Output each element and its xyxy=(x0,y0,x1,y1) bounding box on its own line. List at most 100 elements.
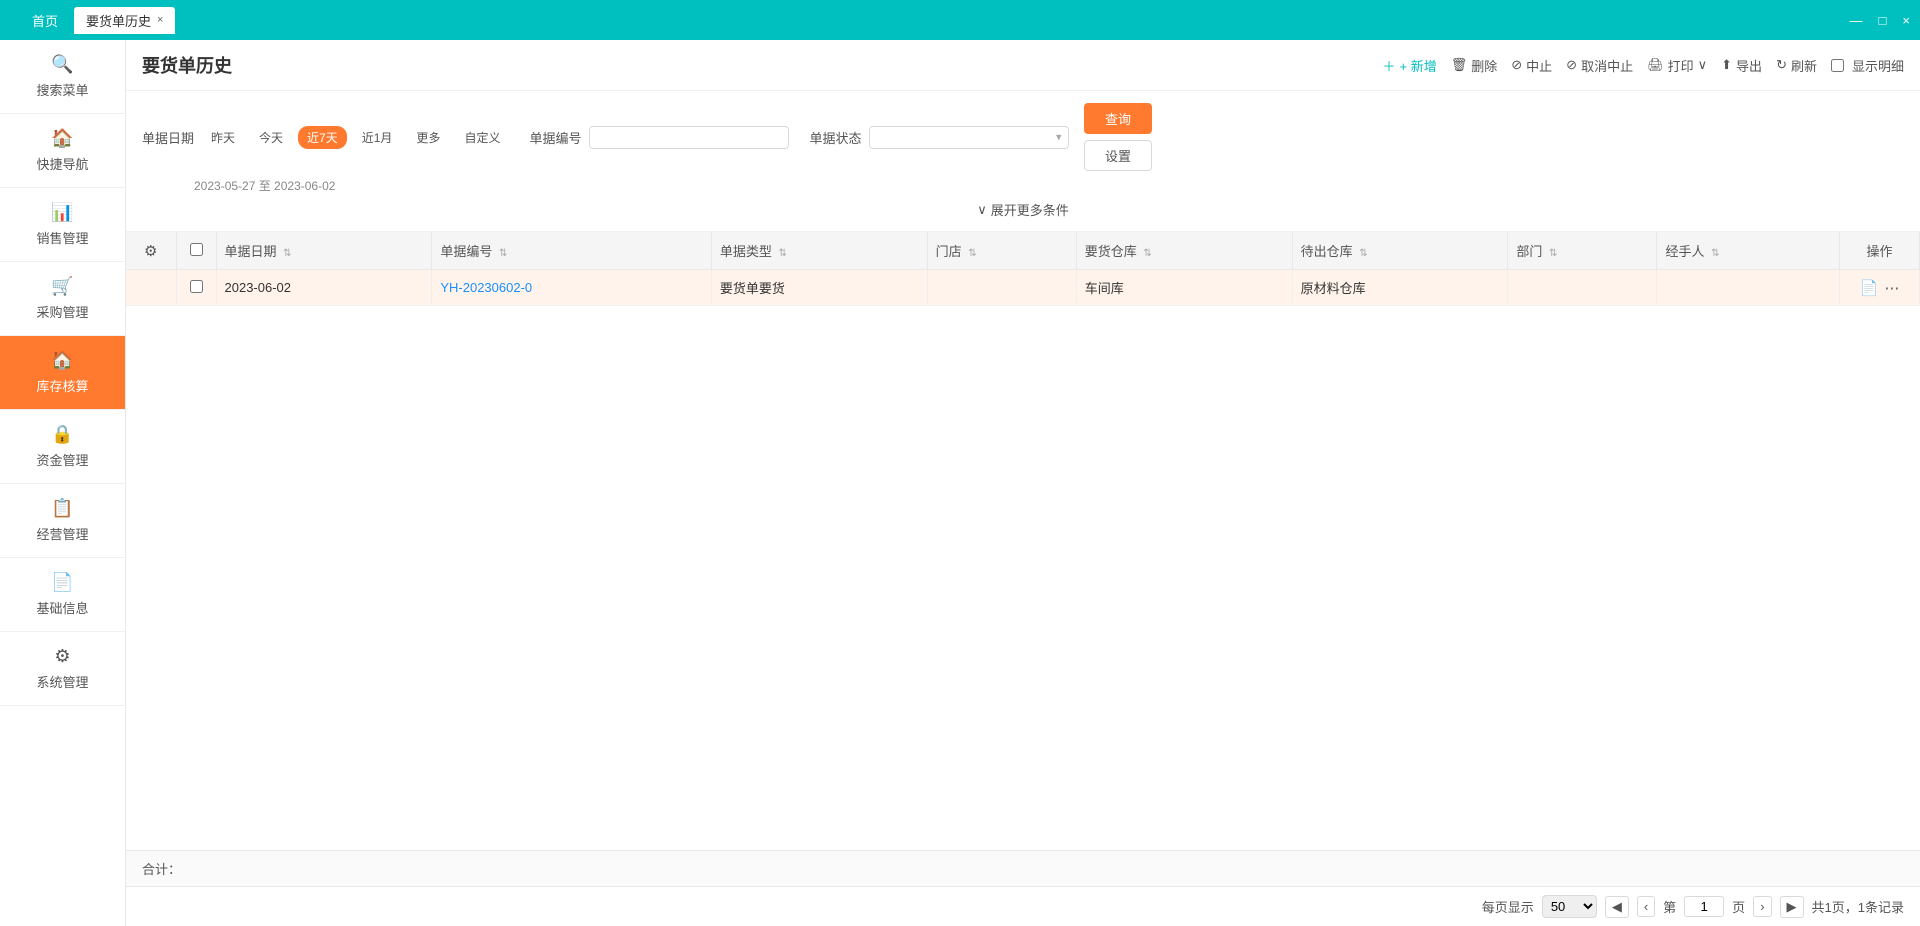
cell-handler xyxy=(1657,270,1840,306)
date-label: 单据日期 xyxy=(142,128,194,147)
data-table: ⚙ 单据日期 ⇅ 单据编号 ⇅ xyxy=(126,232,1920,306)
stop-icon: ⊘ xyxy=(1511,57,1522,73)
cell-action: 📄 ⋯ xyxy=(1840,270,1920,306)
minimize-icon[interactable]: — xyxy=(1850,13,1863,28)
doc-no-link[interactable]: YH-20230602-0 xyxy=(440,280,532,295)
sidebar-item-label: 搜索菜单 xyxy=(36,80,88,99)
col-doc-type: 单据类型 ⇅ xyxy=(711,232,927,270)
date-range-value: 2023-05-27 至 2023-06-02 xyxy=(194,177,335,194)
sidebar-item-label: 快捷导航 xyxy=(36,154,88,173)
table-body: 2023-06-02 YH-20230602-0 要货单要货 车间库 原材料仓库 xyxy=(126,270,1920,306)
cell-doc-no: YH-20230602-0 xyxy=(432,270,711,306)
refresh-icon: ↻ xyxy=(1776,57,1787,73)
sort-icon-store[interactable]: ⇅ xyxy=(968,248,976,259)
refresh-button[interactable]: ↻ 刷新 xyxy=(1776,56,1817,75)
finance-icon: 🔒 xyxy=(51,424,73,445)
first-page-button[interactable]: ◀ xyxy=(1605,896,1629,918)
expand-icon: ∨ xyxy=(977,202,987,218)
delete-button[interactable]: 🗑 删除 xyxy=(1451,56,1498,75)
settings-button[interactable]: 设置 xyxy=(1084,140,1152,171)
sort-icon-doc-type[interactable]: ⇅ xyxy=(778,248,786,259)
sidebar-item-purchase-mgmt[interactable]: 🛒 采购管理 xyxy=(0,262,125,336)
col-doc-no: 单据编号 ⇅ xyxy=(432,232,711,270)
main-layout: 🔍 搜索菜单 🏠 快捷导航 📊 销售管理 🛒 采购管理 🏠 库存核算 🔒 资金管… xyxy=(0,40,1920,926)
sort-icon-handler[interactable]: ⇅ xyxy=(1711,248,1719,259)
page-input[interactable] xyxy=(1684,896,1724,917)
top-bar: 首页 要货单历史 × — □ × xyxy=(0,0,1920,40)
window-close-icon[interactable]: × xyxy=(1902,13,1910,28)
last-page-button[interactable]: ▶ xyxy=(1780,896,1804,918)
tab-bar: 首页 要货单历史 × xyxy=(20,7,175,34)
date-range-buttons: 昨天 今天 近7天 近1月 更多 自定义 xyxy=(202,126,509,149)
col-settings[interactable]: ⚙ xyxy=(126,232,176,270)
sort-icon-req-warehouse[interactable]: ⇅ xyxy=(1143,248,1151,259)
pagination: 每页显示 50 100 200 ◀ ‹ 第 页 › ▶ 共1页，1条记录 xyxy=(126,886,1920,926)
per-page-select[interactable]: 50 100 200 xyxy=(1542,895,1597,918)
tab-home[interactable]: 首页 xyxy=(20,7,70,34)
doc-no-input[interactable] xyxy=(589,126,789,149)
col-req-warehouse: 要货仓库 ⇅ xyxy=(1076,232,1292,270)
system-icon: ⚙ xyxy=(54,646,70,667)
date-btn-yesterday[interactable]: 昨天 xyxy=(202,126,244,149)
sort-icon-pending-warehouse[interactable]: ⇅ xyxy=(1359,248,1367,259)
export-button[interactable]: ⬆ 导出 xyxy=(1721,56,1762,75)
sidebar-item-operations-mgmt[interactable]: 📋 经营管理 xyxy=(0,484,125,558)
cell-doc-type: 要货单要货 xyxy=(711,270,927,306)
gear-icon[interactable]: ⚙ xyxy=(144,243,157,260)
filter-row-date-range: 2023-05-27 至 2023-06-02 xyxy=(142,177,1904,194)
status-select-wrapper xyxy=(869,126,1069,149)
col-pending-warehouse: 待出仓库 ⇅ xyxy=(1292,232,1508,270)
tab-active[interactable]: 要货单历史 × xyxy=(74,7,175,34)
sidebar-item-basic-info[interactable]: 📄 基础信息 xyxy=(0,558,125,632)
show-detail-toggle[interactable]: 显示明细 xyxy=(1831,56,1904,75)
sidebar-item-inventory[interactable]: 🏠 库存核算 xyxy=(0,336,125,410)
new-button[interactable]: ＋ + 新增 xyxy=(1382,56,1436,75)
cell-store xyxy=(927,270,1076,306)
col-checkbox xyxy=(176,232,216,270)
sidebar-item-search-menu[interactable]: 🔍 搜索菜单 xyxy=(0,40,125,114)
summary-label: 合计： xyxy=(142,859,181,878)
date-btn-today[interactable]: 今天 xyxy=(250,126,292,149)
sidebar-item-system-mgmt[interactable]: ⚙ 系统管理 xyxy=(0,632,125,706)
toolbar: ＋ + 新增 🗑 删除 ⊘ 中止 ⊘ 取消中止 🖨 打印 xyxy=(1382,56,1904,75)
next-page-button[interactable]: › xyxy=(1753,896,1771,917)
action-icons: 📄 ⋯ xyxy=(1848,279,1911,297)
window-controls: — □ × xyxy=(1850,13,1910,28)
query-button[interactable]: 查询 xyxy=(1084,103,1152,134)
date-btn-custom[interactable]: 自定义 xyxy=(455,126,509,149)
sidebar-item-quick-nav[interactable]: 🏠 快捷导航 xyxy=(0,114,125,188)
row-select-checkbox[interactable] xyxy=(190,280,203,293)
col-action: 操作 xyxy=(1840,232,1920,270)
page-title: 要货单历史 xyxy=(142,52,232,78)
view-action-icon[interactable]: 📄 xyxy=(1860,279,1879,297)
sidebar-item-label: 库存核算 xyxy=(36,376,88,395)
col-department: 部门 ⇅ xyxy=(1508,232,1657,270)
date-btn-7days[interactable]: 近7天 xyxy=(298,126,347,149)
sidebar-item-label: 采购管理 xyxy=(36,302,88,321)
sidebar-item-sales-mgmt[interactable]: 📊 销售管理 xyxy=(0,188,125,262)
edit-action-icon[interactable]: ⋯ xyxy=(1884,279,1899,297)
operations-icon: 📋 xyxy=(51,498,73,519)
expand-more-btn[interactable]: ∨ 展开更多条件 xyxy=(142,200,1904,219)
cell-pending-warehouse: 原材料仓库 xyxy=(1292,270,1508,306)
select-all-checkbox[interactable] xyxy=(190,243,203,256)
table-row: 2023-06-02 YH-20230602-0 要货单要货 车间库 原材料仓库 xyxy=(126,270,1920,306)
date-btn-1month[interactable]: 近1月 xyxy=(353,126,402,149)
sort-icon-doc-date[interactable]: ⇅ xyxy=(283,248,291,259)
show-detail-checkbox[interactable] xyxy=(1831,59,1844,72)
print-dropdown-icon[interactable]: ∨ xyxy=(1698,57,1708,73)
pagination-total-info: 共1页，1条记录 xyxy=(1812,897,1904,916)
sort-icon-department[interactable]: ⇅ xyxy=(1549,248,1557,259)
status-select[interactable] xyxy=(869,126,1069,149)
sort-icon-doc-no[interactable]: ⇅ xyxy=(499,248,507,259)
stop-button[interactable]: ⊘ 中止 xyxy=(1511,56,1552,75)
filter-row-1: 单据日期 昨天 今天 近7天 近1月 更多 自定义 单据编号 单据状态 xyxy=(142,103,1904,171)
close-tab-icon[interactable]: × xyxy=(157,14,163,26)
print-button[interactable]: 🖨 打印 ∨ xyxy=(1647,56,1707,75)
row-settings xyxy=(126,270,176,306)
sidebar-item-finance-mgmt[interactable]: 🔒 资金管理 xyxy=(0,410,125,484)
date-btn-more[interactable]: 更多 xyxy=(407,126,449,149)
cancel-stop-button[interactable]: ⊘ 取消中止 xyxy=(1566,56,1633,75)
prev-page-button[interactable]: ‹ xyxy=(1637,896,1655,917)
maximize-icon[interactable]: □ xyxy=(1879,13,1887,28)
